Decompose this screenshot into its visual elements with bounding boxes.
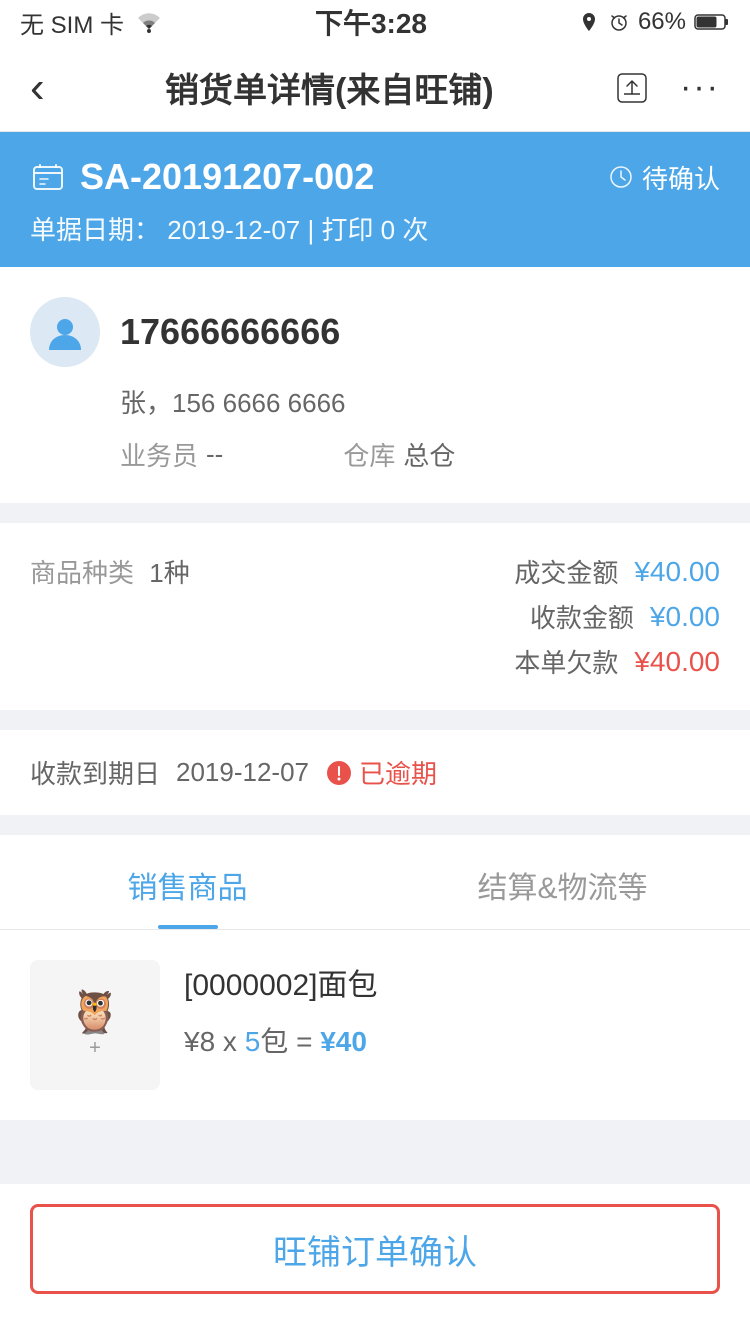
transaction-amount: ¥40.00 — [634, 556, 720, 588]
order-date: 2019-12-07 — [167, 215, 300, 245]
battery-text: 66% — [638, 8, 686, 36]
alarm-icon — [608, 11, 630, 33]
confirm-button-wrap: 旺铺订单确认 — [0, 1184, 750, 1334]
product-type-value: 1种 — [149, 558, 189, 588]
salesperson-value: -- — [206, 439, 223, 470]
date-label: 单据日期： — [30, 215, 160, 245]
arrears-amount: ¥40.00 — [634, 646, 720, 678]
tab-settlement[interactable]: 结算&物流等 — [375, 835, 750, 929]
brand-logo: 🦉 — [69, 991, 121, 1033]
product-name-text: 面包 — [317, 969, 377, 1002]
transaction-label: 成交金额 — [514, 553, 618, 590]
product-info: [0000002]面包 ¥8 x 5包 = ¥40 — [184, 960, 720, 1060]
product-equals: = — [288, 1026, 320, 1057]
product-quantity: 5 — [245, 1026, 261, 1057]
tabs-section: 销售商品 结算&物流等 🦉 + [0000002]面包 ¥8 x 5包 = ¥4… — [0, 835, 750, 1120]
product-price: ¥8 x — [184, 1026, 245, 1057]
product-name: [0000002]面包 — [184, 960, 720, 1004]
share-icon[interactable] — [614, 70, 650, 106]
overdue-icon — [325, 759, 353, 787]
back-button[interactable]: ‹ — [30, 63, 45, 113]
order-type-icon — [30, 159, 66, 195]
status-right: 66% — [578, 8, 730, 36]
product-unit: 包 — [260, 1026, 288, 1057]
avatar — [30, 297, 100, 367]
arrears-label: 本单欠款 — [514, 643, 618, 680]
customer-meta: 业务员 -- 仓库 总仓 — [30, 436, 720, 473]
product-type-label: 商品种类 — [30, 558, 134, 588]
sim-text: 无 SIM 卡 — [20, 5, 124, 40]
product-type-info: 商品种类 1种 — [30, 553, 190, 680]
print-info: | 打印 0 次 — [307, 215, 428, 245]
clock-icon — [608, 164, 634, 190]
summary-section: 商品种类 1种 成交金额 ¥40.00 收款金额 ¥0.00 本单欠款 ¥40.… — [0, 523, 750, 710]
location-icon — [578, 11, 600, 33]
overdue-text: 已逾期 — [359, 754, 437, 791]
brand-plus: + — [89, 1037, 101, 1060]
order-banner: SA-20191207-002 待确认 单据日期： 2019-12-07 | 打… — [0, 132, 750, 267]
status-time: 下午3:28 — [315, 2, 427, 42]
status-left: 无 SIM 卡 — [20, 5, 164, 40]
customer-phone: 17666666666 — [120, 311, 340, 353]
received-label: 收款金额 — [530, 598, 634, 635]
due-date-value: 2019-12-07 — [176, 757, 309, 788]
salesperson-label: 业务员 — [120, 436, 198, 473]
customer-section: 17666666666 张，156 6666 6666 业务员 -- 仓库 总仓 — [0, 267, 750, 503]
received-amount: ¥0.00 — [650, 601, 720, 633]
confirm-button[interactable]: 旺铺订单确认 — [30, 1204, 720, 1294]
status-bar: 无 SIM 卡 下午3:28 66% — [0, 0, 750, 44]
product-thumbnail: 🦉 + — [30, 960, 160, 1090]
amount-summary: 成交金额 ¥40.00 收款金额 ¥0.00 本单欠款 ¥40.00 — [514, 553, 720, 680]
tab-sales-products[interactable]: 销售商品 — [0, 835, 375, 929]
status-text: 待确认 — [642, 159, 720, 196]
warehouse-label: 仓库 — [343, 436, 395, 473]
warehouse-value: 总仓 — [403, 436, 455, 473]
more-button[interactable]: ··· — [680, 68, 720, 107]
nav-actions: ··· — [614, 68, 720, 107]
nav-bar: ‹ 销货单详情(来自旺铺) ··· — [0, 44, 750, 132]
order-id: SA-20191207-002 — [80, 156, 374, 198]
product-price-row: ¥8 x 5包 = ¥40 — [184, 1020, 720, 1060]
tabs-row: 销售商品 结算&物流等 — [0, 835, 750, 930]
customer-name: 张，156 6666 6666 — [30, 383, 720, 420]
battery-icon — [694, 13, 730, 31]
order-status: 待确认 — [608, 159, 720, 196]
wifi-icon — [134, 11, 164, 33]
product-code: [0000002] — [184, 969, 317, 1002]
page-title: 销货单详情(来自旺铺) — [165, 63, 494, 112]
due-date-section: 收款到期日 2019-12-07 已逾期 — [0, 730, 750, 815]
order-date-row: 单据日期： 2019-12-07 | 打印 0 次 — [30, 210, 720, 247]
product-total: ¥40 — [320, 1026, 367, 1057]
product-item: 🦉 + [0000002]面包 ¥8 x 5包 = ¥40 — [0, 930, 750, 1120]
due-date-label: 收款到期日 — [30, 754, 160, 791]
overdue-badge: 已逾期 — [325, 754, 437, 791]
